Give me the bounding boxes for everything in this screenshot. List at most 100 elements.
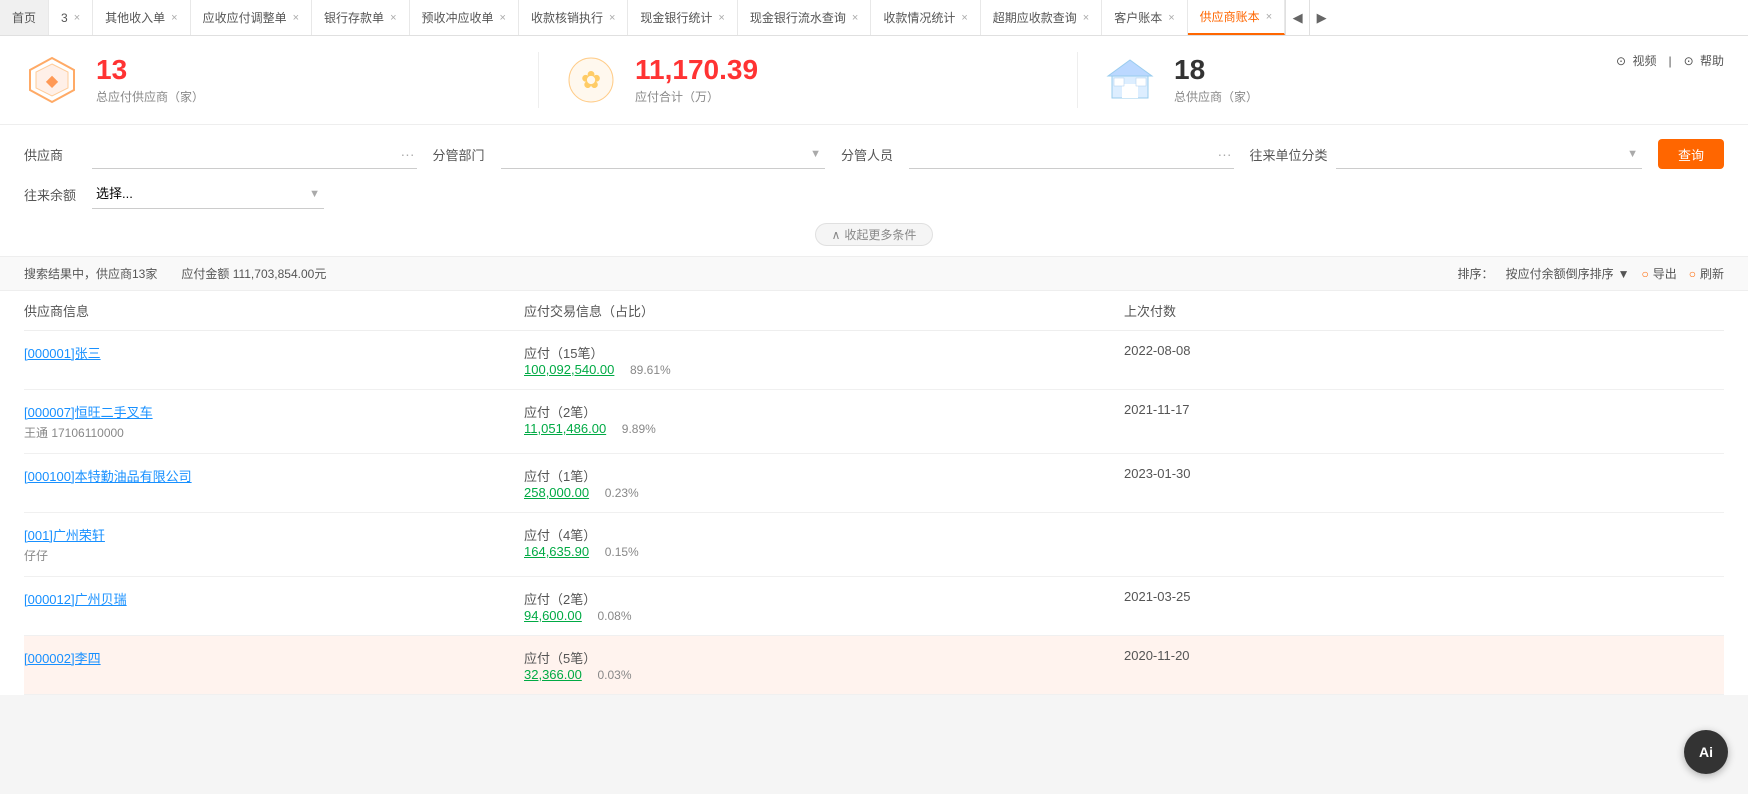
row4-txn-label: 应付（4笔） <box>524 525 1124 544</box>
dept-filter-label: 分管部门 <box>433 145 493 164</box>
row6-lastpay: 2020-11-20 <box>1124 648 1424 663</box>
dept-select[interactable] <box>501 139 826 169</box>
row2-lastpay: 2021-11-17 <box>1124 402 1424 417</box>
help-link[interactable]: ⊙ 帮助 <box>1684 52 1724 69</box>
help-circle-icon: ⊙ <box>1684 54 1694 68</box>
row6-supplier: [000002]李四 <box>24 648 524 667</box>
export-circle-icon: ○ <box>1641 267 1648 281</box>
row6-txn-amount[interactable]: 32,366.00 <box>524 667 582 682</box>
nav-tab-supplier-account-close[interactable]: × <box>1266 11 1272 23</box>
balance-select[interactable]: 选择... <box>92 179 324 209</box>
nav-tab-customer-account-label: 客户账本 <box>1114 9 1162 26</box>
row1-txn-percent: 89.61% <box>630 363 671 377</box>
nav-tab-other-income[interactable]: 其他收入单 × <box>93 0 190 35</box>
row3-transaction: 应付（1笔） 258,000.00 0.23% <box>524 466 1124 500</box>
refresh-button[interactable]: ○ 刷新 <box>1689 265 1724 282</box>
table-row: [000007]恒旺二手叉车 王通 17106110000 应付（2笔） 11,… <box>24 390 1724 454</box>
collapse-button[interactable]: ∧ 收起更多条件 <box>815 223 934 246</box>
filter-dept: 分管部门 ▼ <box>433 139 826 169</box>
nav-tab-cash-bank-flow-close[interactable]: × <box>852 12 858 24</box>
nav-tab-ap-adjustment[interactable]: 应收应付调整单 × <box>191 0 312 35</box>
filter-category: 往来单位分类 ▼ <box>1250 139 1643 169</box>
nav-tab-collection-verify-close[interactable]: × <box>609 12 615 24</box>
row1-lastpay-date: 2022-08-08 <box>1124 343 1191 358</box>
nav-tab-overdue-ap[interactable]: 超期应收款查询 × <box>981 0 1102 35</box>
ai-button[interactable]: Ai <box>1684 730 1728 774</box>
nav-tab-customer-account-close[interactable]: × <box>1168 12 1174 24</box>
nav-tab-collection-verify[interactable]: 收款核销执行 × <box>519 0 628 35</box>
person-dots-icon[interactable]: ··· <box>1218 146 1232 162</box>
nav-tab-collection-stat-label: 收款情况统计 <box>883 9 955 26</box>
nav-tab-home-label: 首页 <box>12 9 36 26</box>
result-text2: 应付金额 111,703,854.00元 <box>181 265 326 282</box>
row3-supplier: [000100]本特勤油品有限公司 <box>24 466 524 485</box>
nav-tab-home[interactable]: 首页 <box>0 0 49 35</box>
nav-tab-other-income-close[interactable]: × <box>171 12 177 24</box>
nav-tab-3[interactable]: 3 × <box>49 0 93 35</box>
row2-transaction: 应付（2笔） 11,051,486.00 9.89% <box>524 402 1124 436</box>
summary-total-suppliers-text: 18 总供应商（家） <box>1174 56 1258 105</box>
nav-tab-overdue-ap-close[interactable]: × <box>1083 12 1089 24</box>
row2-supplier-link[interactable]: [000007]恒旺二手叉车 <box>24 405 153 420</box>
row5-txn-amount[interactable]: 94,600.00 <box>524 608 582 623</box>
svg-text:✿: ✿ <box>581 67 601 94</box>
nav-tab-collection-stat-close[interactable]: × <box>961 12 967 24</box>
nav-tab-cash-bank-stat[interactable]: 现金银行统计 × <box>628 0 737 35</box>
row4-supplier: [001]广州荣轩 仔仔 <box>24 525 524 564</box>
nav-tab-bank-deposit[interactable]: 银行存款单 × <box>312 0 409 35</box>
search-button[interactable]: 查询 <box>1658 139 1724 169</box>
nav-left-arrow[interactable]: ◀ <box>1285 0 1309 35</box>
filter-person: 分管人员 ··· <box>841 139 1234 169</box>
nav-tab-bank-deposit-close[interactable]: × <box>390 12 396 24</box>
supplier-input[interactable] <box>92 139 417 169</box>
row1-supplier: [000001]张三 <box>24 343 524 362</box>
row6-supplier-link[interactable]: [000002]李四 <box>24 651 101 666</box>
sort-button[interactable]: 按应付余额倒序排序 ▼ <box>1506 265 1630 282</box>
summary-card-total-suppliers: 18 总供应商（家） <box>1102 52 1616 108</box>
grain-icon: ✿ <box>563 52 619 108</box>
row3-lastpay: 2023-01-30 <box>1124 466 1424 481</box>
sort-label-text: 排序： <box>1458 265 1494 282</box>
person-input[interactable] <box>909 139 1234 169</box>
filter-balance: 往来余额 选择... ▼ <box>24 179 324 209</box>
summary-payable-text: 11,170.39 应付合计（万） <box>635 56 758 105</box>
nav-tab-collection-stat[interactable]: 收款情况统计 × <box>871 0 980 35</box>
nav-right-arrow[interactable]: ▶ <box>1309 0 1333 35</box>
nav-tab-supplier-account-label: 供应商账本 <box>1200 8 1260 25</box>
video-link[interactable]: ⊙ 视频 <box>1616 52 1656 69</box>
nav-tab-customer-account[interactable]: 客户账本 × <box>1102 0 1187 35</box>
filter-supplier: 供应商 ··· <box>24 139 417 169</box>
nav-tab-cash-bank-flow[interactable]: 现金银行流水查询 × <box>738 0 871 35</box>
row4-txn-amount[interactable]: 164,635.90 <box>524 544 589 559</box>
row2-txn-amount[interactable]: 11,051,486.00 <box>524 421 606 436</box>
supplier-dots-icon[interactable]: ··· <box>401 146 415 162</box>
nav-tab-advance-collection-close[interactable]: × <box>500 12 506 24</box>
nav-tab-collection-verify-label: 收款核销执行 <box>531 9 603 26</box>
row1-txn-amount[interactable]: 100,092,540.00 <box>524 362 614 377</box>
row2-supplier-sub: 王通 17106110000 <box>24 424 524 441</box>
nav-tab-ap-adjustment-close[interactable]: × <box>293 12 299 24</box>
nav-tab-supplier-account[interactable]: 供应商账本 × <box>1188 0 1285 35</box>
row3-txn-amount[interactable]: 258,000.00 <box>524 485 589 500</box>
person-input-wrapper: ··· <box>909 139 1234 169</box>
diamond-icon: ◆ <box>24 52 80 108</box>
row4-txn-percent: 0.15% <box>605 545 639 559</box>
category-select[interactable] <box>1336 139 1642 169</box>
export-button[interactable]: ○ 导出 <box>1641 265 1676 282</box>
sort-chevron-icon: ▼ <box>1618 267 1630 281</box>
balance-select-wrapper: 选择... ▼ <box>92 179 324 209</box>
row4-supplier-link[interactable]: [001]广州荣轩 <box>24 528 105 543</box>
nav-tab-3-close[interactable]: × <box>74 12 80 24</box>
nav-tab-other-income-label: 其他收入单 <box>105 9 165 26</box>
help-separator: | <box>1668 54 1671 68</box>
result-text1: 搜索结果中，供应商13家 <box>24 265 157 282</box>
nav-tab-cash-bank-stat-close[interactable]: × <box>718 12 724 24</box>
ai-button-label: Ai <box>1699 744 1713 760</box>
row3-supplier-link[interactable]: [000100]本特勤油品有限公司 <box>24 469 192 484</box>
row1-txn-label: 应付（15笔） <box>524 343 1124 362</box>
summary-card-suppliers: ◆ 13 总应付供应商（家） <box>24 52 539 108</box>
nav-tab-advance-collection[interactable]: 预收冲应收单 × <box>410 0 519 35</box>
payable-number: 11,170.39 <box>635 56 758 84</box>
row5-supplier-link[interactable]: [000012]广州贝瑞 <box>24 592 127 607</box>
row1-supplier-link[interactable]: [000001]张三 <box>24 346 101 361</box>
